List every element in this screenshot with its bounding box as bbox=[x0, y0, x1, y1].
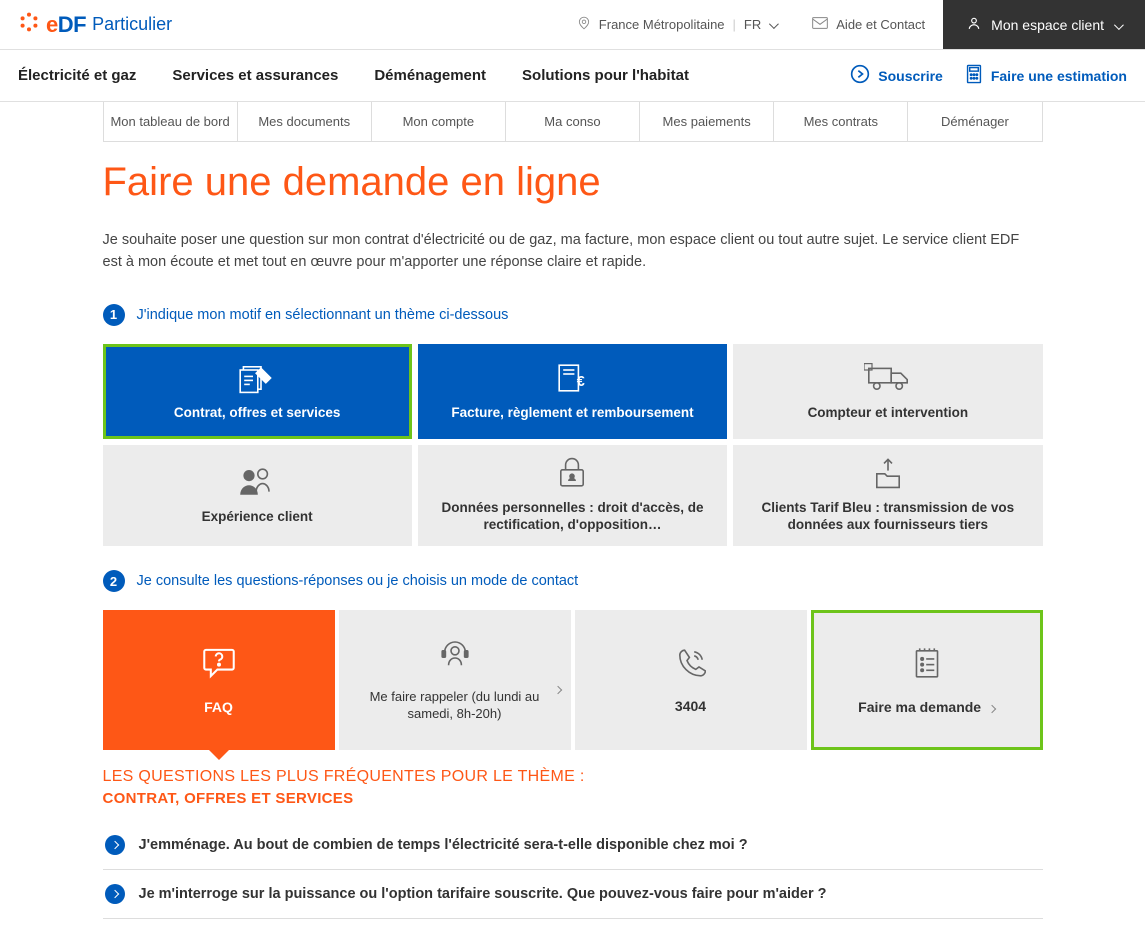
contact-callback[interactable]: Me faire rappeler (du lundi au samedi, 8… bbox=[339, 610, 571, 750]
faq-heading: LES QUESTIONS LES PLUS FRÉQUENTES POUR L… bbox=[103, 768, 1043, 786]
chevron-right-icon bbox=[555, 680, 561, 698]
theme-label: Contrat, offres et services bbox=[174, 404, 341, 422]
estimation-label: Faire une estimation bbox=[991, 68, 1127, 84]
step-2-text: Je consulte les questions-réponses ou je… bbox=[137, 573, 579, 589]
arrow-right-icon bbox=[105, 835, 125, 855]
main-content: Mon tableau de bord Mes documents Mon co… bbox=[103, 102, 1043, 949]
nav-left: Électricité et gaz Services et assurance… bbox=[18, 67, 689, 84]
subscribe-label: Souscrire bbox=[878, 68, 943, 84]
tab-documents[interactable]: Mes documents bbox=[238, 102, 372, 141]
my-account-label: Mon espace client bbox=[991, 17, 1104, 33]
tab-contracts[interactable]: Mes contrats bbox=[774, 102, 908, 141]
theme-invoice[interactable]: € Facture, règlement et remboursement bbox=[418, 344, 727, 439]
faq-item-2[interactable]: Je m'interroge sur la puissance ou l'opt… bbox=[103, 870, 1043, 919]
account-subtabs: Mon tableau de bord Mes documents Mon co… bbox=[103, 102, 1043, 142]
location-icon bbox=[577, 16, 591, 33]
phone-icon bbox=[676, 647, 706, 682]
step-2-row: 2 Je consulte les questions-réponses ou … bbox=[103, 570, 1043, 592]
logo-text: eDF bbox=[46, 12, 86, 38]
step-2-badge: 2 bbox=[103, 570, 125, 592]
contact-phone[interactable]: 3404 bbox=[575, 610, 807, 750]
svg-text:€: € bbox=[577, 374, 585, 390]
nav-habitat[interactable]: Solutions pour l'habitat bbox=[522, 67, 689, 84]
region-selector[interactable]: France Métropolitaine | FR bbox=[559, 0, 794, 49]
help-label: Aide et Contact bbox=[836, 17, 925, 32]
faq-subheading: CONTRAT, OFFRES ET SERVICES bbox=[103, 790, 1043, 807]
main-nav: Électricité et gaz Services et assurance… bbox=[0, 50, 1145, 102]
logo[interactable]: eDF Particulier bbox=[0, 11, 172, 38]
page-title: Faire une demande en ligne bbox=[103, 160, 1043, 205]
faq-question: J'emménage. Au bout de combien de temps … bbox=[139, 837, 748, 853]
contact-grid: FAQ Me faire rappeler (du lundi au samed… bbox=[103, 610, 1043, 750]
nav-services[interactable]: Services et assurances bbox=[172, 67, 338, 84]
logo-subtitle: Particulier bbox=[92, 14, 172, 35]
theme-label: Données personnelles : droit d'accès, de… bbox=[430, 499, 715, 534]
folder-share-icon bbox=[872, 457, 904, 489]
tab-account[interactable]: Mon compte bbox=[372, 102, 506, 141]
chevron-down-icon bbox=[769, 17, 776, 32]
estimation-link[interactable]: Faire une estimation bbox=[965, 64, 1127, 87]
nav-right: Souscrire Faire une estimation bbox=[850, 64, 1127, 87]
theme-label: Expérience client bbox=[202, 508, 313, 526]
contact-label: 3404 bbox=[675, 698, 706, 714]
lang-label: FR bbox=[744, 17, 761, 32]
headset-icon bbox=[438, 638, 472, 673]
document-edit-icon bbox=[237, 362, 277, 394]
theme-experience[interactable]: Expérience client bbox=[103, 445, 412, 546]
chevron-down-icon bbox=[1114, 17, 1121, 33]
arrow-right-icon bbox=[105, 884, 125, 904]
theme-grid: Contrat, offres et services € Facture, r… bbox=[103, 344, 1043, 546]
nav-moving[interactable]: Déménagement bbox=[374, 67, 486, 84]
faq-question: Je m'interroge sur la puissance ou l'opt… bbox=[139, 886, 827, 902]
contact-label: FAQ bbox=[204, 699, 233, 715]
arrow-circle-icon bbox=[850, 64, 870, 87]
theme-label: Clients Tarif Bleu : transmission de vos… bbox=[745, 499, 1030, 534]
tab-conso[interactable]: Ma conso bbox=[506, 102, 640, 141]
contact-request[interactable]: Faire ma demande bbox=[811, 610, 1043, 750]
lock-icon bbox=[557, 457, 587, 489]
tab-move[interactable]: Déménager bbox=[908, 102, 1041, 141]
faq-bubble-icon bbox=[201, 646, 237, 683]
faq-item-1[interactable]: J'emménage. Au bout de combien de temps … bbox=[103, 821, 1043, 870]
help-link[interactable]: Aide et Contact bbox=[794, 0, 943, 49]
form-icon bbox=[912, 646, 942, 683]
theme-contract[interactable]: Contrat, offres et services bbox=[103, 344, 412, 439]
region-label: France Métropolitaine bbox=[599, 17, 725, 32]
theme-label: Compteur et intervention bbox=[808, 404, 969, 422]
step-1-row: 1 J'indique mon motif en sélectionnant u… bbox=[103, 304, 1043, 326]
step-1-badge: 1 bbox=[103, 304, 125, 326]
page-intro: Je souhaite poser une question sur mon c… bbox=[103, 229, 1043, 274]
invoice-euro-icon: € bbox=[554, 362, 590, 394]
contact-label: Faire ma demande bbox=[858, 699, 995, 715]
contact-faq[interactable]: FAQ bbox=[103, 610, 335, 750]
active-indicator-icon bbox=[208, 749, 230, 760]
contact-label: Me faire rappeler (du lundi au samedi, 8… bbox=[353, 689, 557, 723]
theme-tarif-bleu[interactable]: Clients Tarif Bleu : transmission de vos… bbox=[733, 445, 1042, 546]
theme-label: Facture, règlement et remboursement bbox=[451, 404, 693, 422]
theme-meter[interactable]: Compteur et intervention bbox=[733, 344, 1042, 439]
people-icon bbox=[237, 466, 277, 498]
step-1-text: J'indique mon motif en sélectionnant un … bbox=[137, 307, 509, 323]
theme-personal-data[interactable]: Données personnelles : droit d'accès, de… bbox=[418, 445, 727, 546]
edf-logo-icon bbox=[18, 11, 40, 38]
chevron-right-icon bbox=[989, 699, 995, 715]
nav-electricity[interactable]: Électricité et gaz bbox=[18, 67, 136, 84]
top-right: France Métropolitaine | FR Aide et Conta… bbox=[559, 0, 1145, 49]
my-account-button[interactable]: Mon espace client bbox=[943, 0, 1145, 49]
subscribe-link[interactable]: Souscrire bbox=[850, 64, 943, 87]
tab-payments[interactable]: Mes paiements bbox=[640, 102, 774, 141]
truck-icon bbox=[864, 362, 912, 394]
user-icon bbox=[967, 16, 981, 33]
top-header: eDF Particulier France Métropolitaine | … bbox=[0, 0, 1145, 50]
tab-dashboard[interactable]: Mon tableau de bord bbox=[104, 102, 238, 141]
mail-icon bbox=[812, 17, 828, 32]
calculator-icon bbox=[965, 64, 983, 87]
